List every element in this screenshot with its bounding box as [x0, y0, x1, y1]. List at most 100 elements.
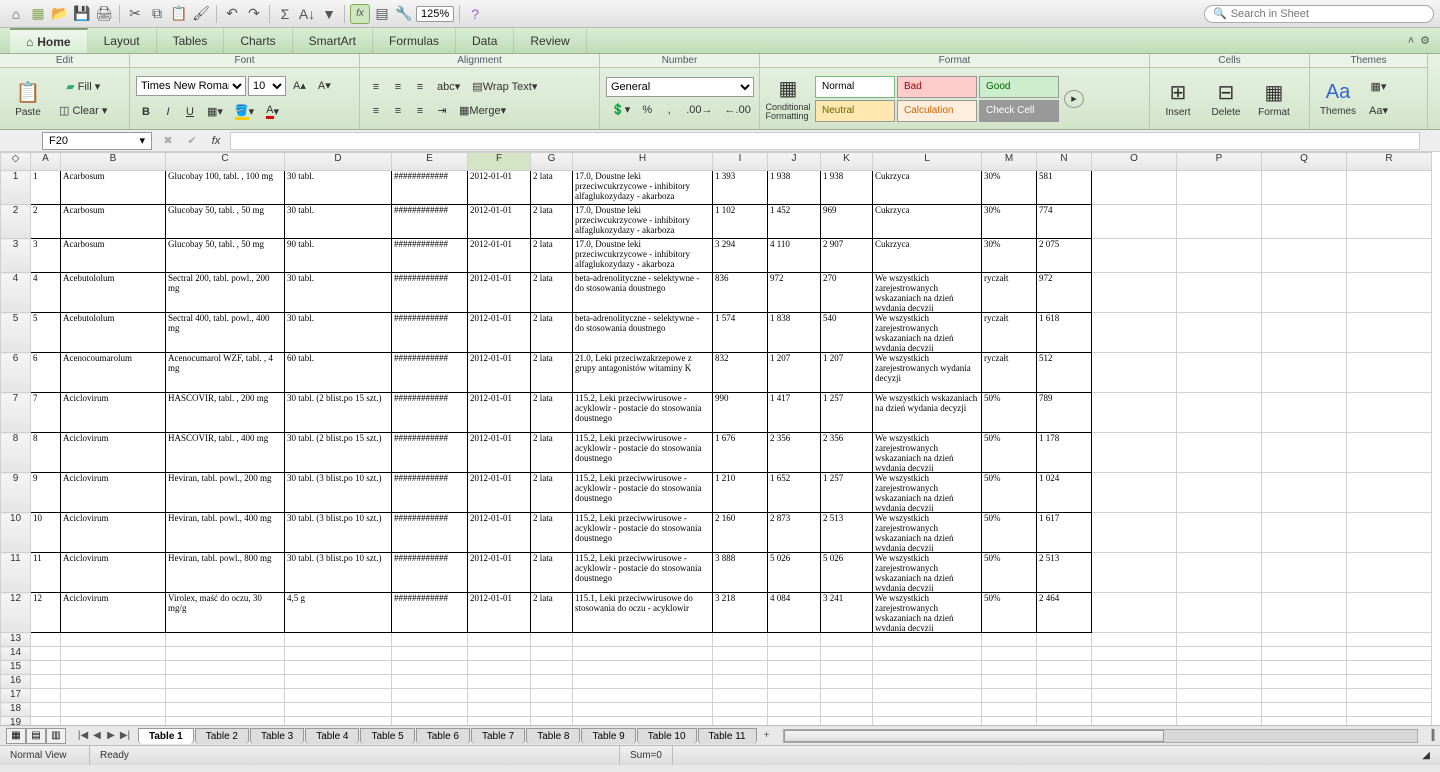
merge-button[interactable]: ▦ Merge▾ — [454, 100, 511, 122]
cell-H12[interactable]: 115.1, Leki przeciwwirusowe do stosowani… — [573, 593, 713, 633]
cell-G9[interactable]: 2 lata — [531, 473, 573, 513]
cell-P15[interactable] — [1177, 661, 1262, 675]
cell-C7[interactable]: HASCOVIR, tabl. , 200 mg — [166, 393, 285, 433]
indent-button[interactable]: ⇥ — [432, 100, 452, 122]
cell-D11[interactable]: 30 tabl. (3 blist.po 10 szt.) — [285, 553, 392, 593]
row-header-4[interactable]: 4 — [1, 273, 31, 313]
cell-L9[interactable]: We wszystkich zarejestrowanych wskazania… — [873, 473, 982, 513]
cell-H18[interactable] — [573, 703, 713, 717]
cell-B11[interactable]: Aciclovirum — [61, 553, 166, 593]
cell-I7[interactable]: 990 — [713, 393, 768, 433]
cell-N19[interactable] — [1037, 717, 1092, 726]
col-header-I[interactable]: I — [713, 153, 768, 171]
col-header-Q[interactable]: Q — [1262, 153, 1347, 171]
cell-K13[interactable] — [821, 633, 873, 647]
cell-K7[interactable]: 1 257 — [821, 393, 873, 433]
cell-A15[interactable] — [31, 661, 61, 675]
cell-F10[interactable]: 2012-01-01 — [468, 513, 531, 553]
sheet-tab[interactable]: Table 7 — [471, 728, 525, 744]
cell-C18[interactable] — [166, 703, 285, 717]
cell-B18[interactable] — [61, 703, 166, 717]
align-bottom-button[interactable]: ≡ — [410, 76, 430, 98]
cell-Q9[interactable] — [1262, 473, 1347, 513]
cell-Q7[interactable] — [1262, 393, 1347, 433]
cell-N12[interactable]: 2 464 — [1037, 593, 1092, 633]
cell-styles-gallery[interactable]: Normal Bad Good Neutral Calculation Chec… — [814, 75, 1060, 123]
cell-L13[interactable] — [873, 633, 982, 647]
style-bad[interactable]: Bad — [897, 76, 977, 98]
cell-M16[interactable] — [982, 675, 1037, 689]
resize-handle[interactable]: ◢ — [1412, 746, 1440, 765]
cell-C11[interactable]: Heviran, tabl. powl., 800 mg — [166, 553, 285, 593]
cell-A6[interactable]: 6 — [31, 353, 61, 393]
align-center-button[interactable]: ≡ — [388, 100, 408, 122]
row-header-5[interactable]: 5 — [1, 313, 31, 353]
cell-M5[interactable]: ryczałt — [982, 313, 1037, 353]
cell-M19[interactable] — [982, 717, 1037, 726]
cell-R3[interactable] — [1347, 239, 1432, 273]
decrease-decimal-button[interactable]: ←.00 — [720, 99, 756, 121]
cell-R2[interactable] — [1347, 205, 1432, 239]
cell-O3[interactable] — [1092, 239, 1177, 273]
align-middle-button[interactable]: ≡ — [388, 76, 408, 98]
sheet-tab[interactable]: Table 6 — [416, 728, 470, 744]
cell-F13[interactable] — [468, 633, 531, 647]
cell-G15[interactable] — [531, 661, 573, 675]
cell-C1[interactable]: Glucobay 100, tabl. , 100 mg — [166, 171, 285, 205]
cell-F16[interactable] — [468, 675, 531, 689]
cell-O5[interactable] — [1092, 313, 1177, 353]
toolbox-icon[interactable]: 🔧 — [394, 4, 414, 24]
cell-D13[interactable] — [285, 633, 392, 647]
cell-B8[interactable]: Aciclovirum — [61, 433, 166, 473]
cell-L14[interactable] — [873, 647, 982, 661]
clear-button[interactable]: ◫ Clear ▾ — [54, 100, 112, 122]
row-header-12[interactable]: 12 — [1, 593, 31, 633]
cell-B14[interactable] — [61, 647, 166, 661]
chart-icon[interactable]: ▤ — [372, 4, 392, 24]
cell-A10[interactable]: 10 — [31, 513, 61, 553]
cell-A19[interactable] — [31, 717, 61, 726]
cell-G10[interactable]: 2 lata — [531, 513, 573, 553]
cell-J10[interactable]: 2 873 — [768, 513, 821, 553]
spreadsheet-grid[interactable]: ◇ABCDEFGHIJKLMNOPQR11AcarbosumGlucobay 1… — [0, 152, 1440, 725]
cell-R13[interactable] — [1347, 633, 1432, 647]
cell-D12[interactable]: 4,5 g — [285, 593, 392, 633]
cell-H9[interactable]: 115.2, Leki przeciwwirusowe - acyklowir … — [573, 473, 713, 513]
home-icon[interactable]: ⌂ — [6, 4, 26, 24]
cell-O12[interactable] — [1092, 593, 1177, 633]
style-normal[interactable]: Normal — [815, 76, 895, 98]
tab-layout[interactable]: Layout — [88, 28, 157, 53]
cell-K6[interactable]: 1 207 — [821, 353, 873, 393]
cell-K2[interactable]: 969 — [821, 205, 873, 239]
cell-L1[interactable]: Cukrzyca — [873, 171, 982, 205]
cell-E18[interactable] — [392, 703, 468, 717]
cell-M11[interactable]: 50% — [982, 553, 1037, 593]
cell-H16[interactable] — [573, 675, 713, 689]
cell-R16[interactable] — [1347, 675, 1432, 689]
cell-N14[interactable] — [1037, 647, 1092, 661]
redo-icon[interactable]: ↷ — [244, 4, 264, 24]
border-button[interactable]: ▦▾ — [202, 101, 228, 123]
cell-G8[interactable]: 2 lata — [531, 433, 573, 473]
row-header-2[interactable]: 2 — [1, 205, 31, 239]
cell-J12[interactable]: 4 084 — [768, 593, 821, 633]
cell-P1[interactable] — [1177, 171, 1262, 205]
col-header-B[interactable]: B — [61, 153, 166, 171]
cell-P5[interactable] — [1177, 313, 1262, 353]
collapse-icon[interactable]: ˄ — [1408, 35, 1414, 47]
font-name-select[interactable]: Times New Roman — [136, 76, 246, 96]
cell-M15[interactable] — [982, 661, 1037, 675]
cell-B15[interactable] — [61, 661, 166, 675]
cell-J9[interactable]: 1 652 — [768, 473, 821, 513]
cell-H6[interactable]: 21.0, Leki przeciwzakrzepowe z grupy ant… — [573, 353, 713, 393]
row-header-10[interactable]: 10 — [1, 513, 31, 553]
cell-K9[interactable]: 1 257 — [821, 473, 873, 513]
cell-K4[interactable]: 270 — [821, 273, 873, 313]
cell-K11[interactable]: 5 026 — [821, 553, 873, 593]
cell-H15[interactable] — [573, 661, 713, 675]
font-color-button[interactable]: A▾ — [261, 101, 284, 123]
cell-N10[interactable]: 1 617 — [1037, 513, 1092, 553]
cell-H8[interactable]: 115.2, Leki przeciwwirusowe - acyklowir … — [573, 433, 713, 473]
cell-R14[interactable] — [1347, 647, 1432, 661]
cell-I9[interactable]: 1 210 — [713, 473, 768, 513]
